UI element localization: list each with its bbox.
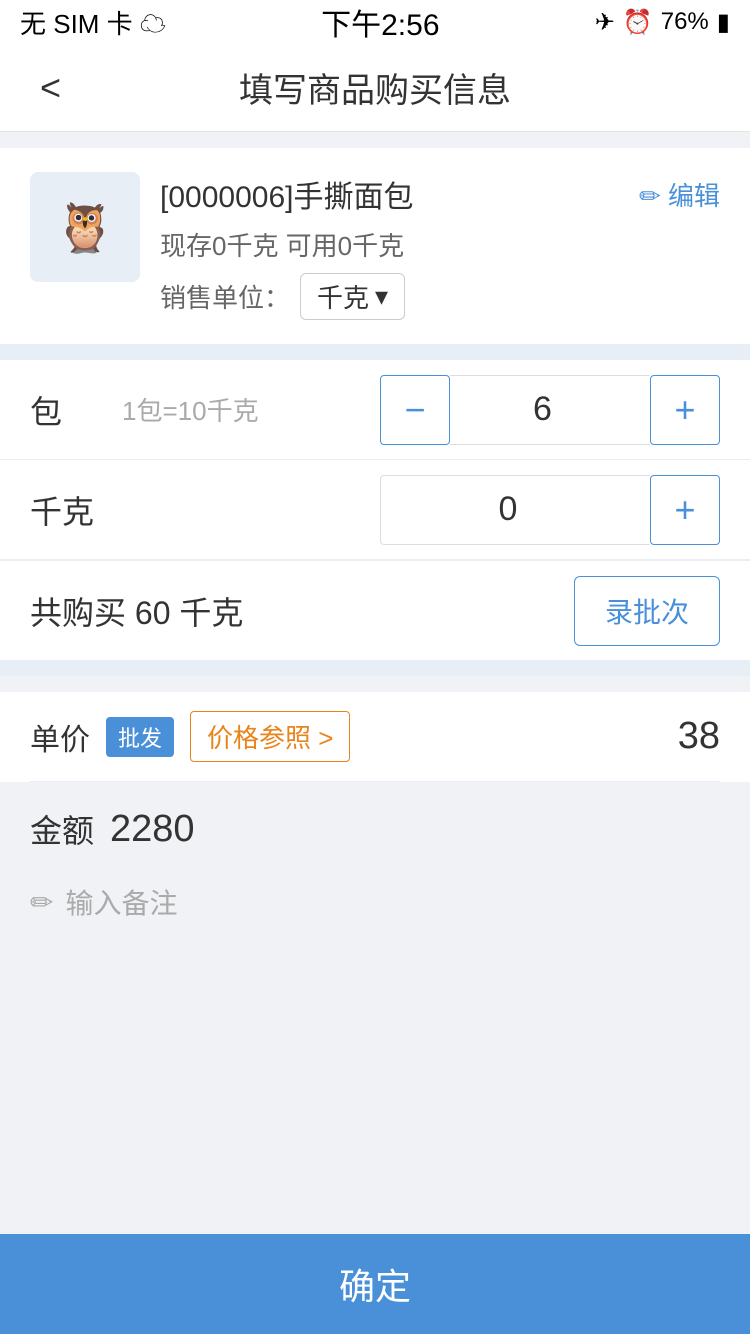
bag-label: 包 (30, 387, 110, 433)
chevron-down-icon: ▾ (375, 281, 388, 312)
status-time: 下午2:56 (321, 0, 439, 44)
product-unit-row: 销售单位： 千克 ▾ (160, 273, 720, 320)
separator-2 (0, 660, 750, 676)
page-title: 填写商品购买信息 (239, 63, 511, 112)
unit-selector[interactable]: 千克 ▾ (300, 273, 405, 320)
status-left: 无 SIM 卡 ☁ (20, 4, 166, 41)
product-card: 🦉 [0000006]手撕面包 ✏ 编辑 现存0千克 可用0千克 销售单位： 千… (0, 148, 750, 344)
battery-level: 76% (661, 8, 709, 36)
pencil-icon: ✏ (30, 886, 53, 919)
kg-controls: + (380, 475, 720, 545)
product-info: [0000006]手撕面包 ✏ 编辑 现存0千克 可用0千克 销售单位： 千克 … (160, 172, 720, 320)
product-name: [0000006]手撕面包 (160, 172, 413, 216)
nav-bar: < 填写商品购买信息 (0, 44, 750, 132)
sim-status: 无 SIM 卡 ☁ (20, 4, 166, 41)
price-reference-button[interactable]: 价格参照 > (190, 711, 350, 762)
status-bar: 无 SIM 卡 ☁ 下午2:56 ✈ ⏰ 76% ▮ (0, 0, 750, 44)
product-stock: 现存0千克 可用0千克 (160, 226, 720, 263)
note-row[interactable]: ✏ 输入备注 (30, 872, 720, 932)
product-name-row: [0000006]手撕面包 ✏ 编辑 (160, 172, 720, 216)
bag-input-row: 包 1包=10千克 − + (0, 360, 750, 460)
kg-input-row: 千克 + (0, 460, 750, 560)
price-label: 单价 (30, 715, 90, 759)
price-value: 38 (678, 715, 720, 758)
amount-row: 金额 2280 (30, 806, 720, 852)
bag-sublabel: 1包=10千克 (122, 391, 259, 428)
price-section: 单价 批发 价格参照 > 38 (0, 692, 750, 782)
price-type-tag: 批发 (106, 717, 174, 757)
total-label: 共购买 60 千克 (30, 588, 243, 634)
back-button[interactable]: < (30, 57, 71, 119)
location-icon: ✈ (595, 8, 615, 37)
confirm-button[interactable]: 确定 (0, 1234, 750, 1334)
amount-label: 金额 (30, 806, 94, 852)
product-thumbnail: 🦉 (30, 172, 140, 282)
product-logo-icon: 🦉 (55, 199, 115, 256)
battery-icon: ▮ (717, 8, 730, 37)
note-placeholder: 输入备注 (65, 882, 177, 922)
batch-button[interactable]: 录批次 (574, 576, 720, 646)
bag-decrement-button[interactable]: − (380, 375, 450, 445)
unit-value: 千克 (317, 278, 369, 315)
separator-1 (0, 344, 750, 360)
kg-label: 千克 (30, 487, 110, 533)
status-right: ✈ ⏰ 76% ▮ (595, 8, 730, 37)
edit-button[interactable]: ✏ 编辑 (639, 176, 720, 213)
kg-quantity-input[interactable] (380, 475, 650, 545)
price-row: 单价 批发 价格参照 > 38 (30, 692, 720, 782)
input-section: 包 1包=10千克 − + 千克 + 共购买 60 千克 录批次 (0, 360, 750, 660)
alarm-icon: ⏰ (623, 8, 653, 37)
kg-increment-button[interactable]: + (650, 475, 720, 545)
bag-quantity-input[interactable] (450, 375, 650, 445)
total-row: 共购买 60 千克 录批次 (0, 560, 750, 660)
amount-section: 金额 2280 ✏ 输入备注 (0, 782, 750, 932)
amount-value: 2280 (110, 808, 195, 851)
bag-increment-button[interactable]: + (650, 375, 720, 445)
bag-controls: − + (380, 375, 720, 445)
unit-label: 销售单位： (160, 278, 290, 315)
